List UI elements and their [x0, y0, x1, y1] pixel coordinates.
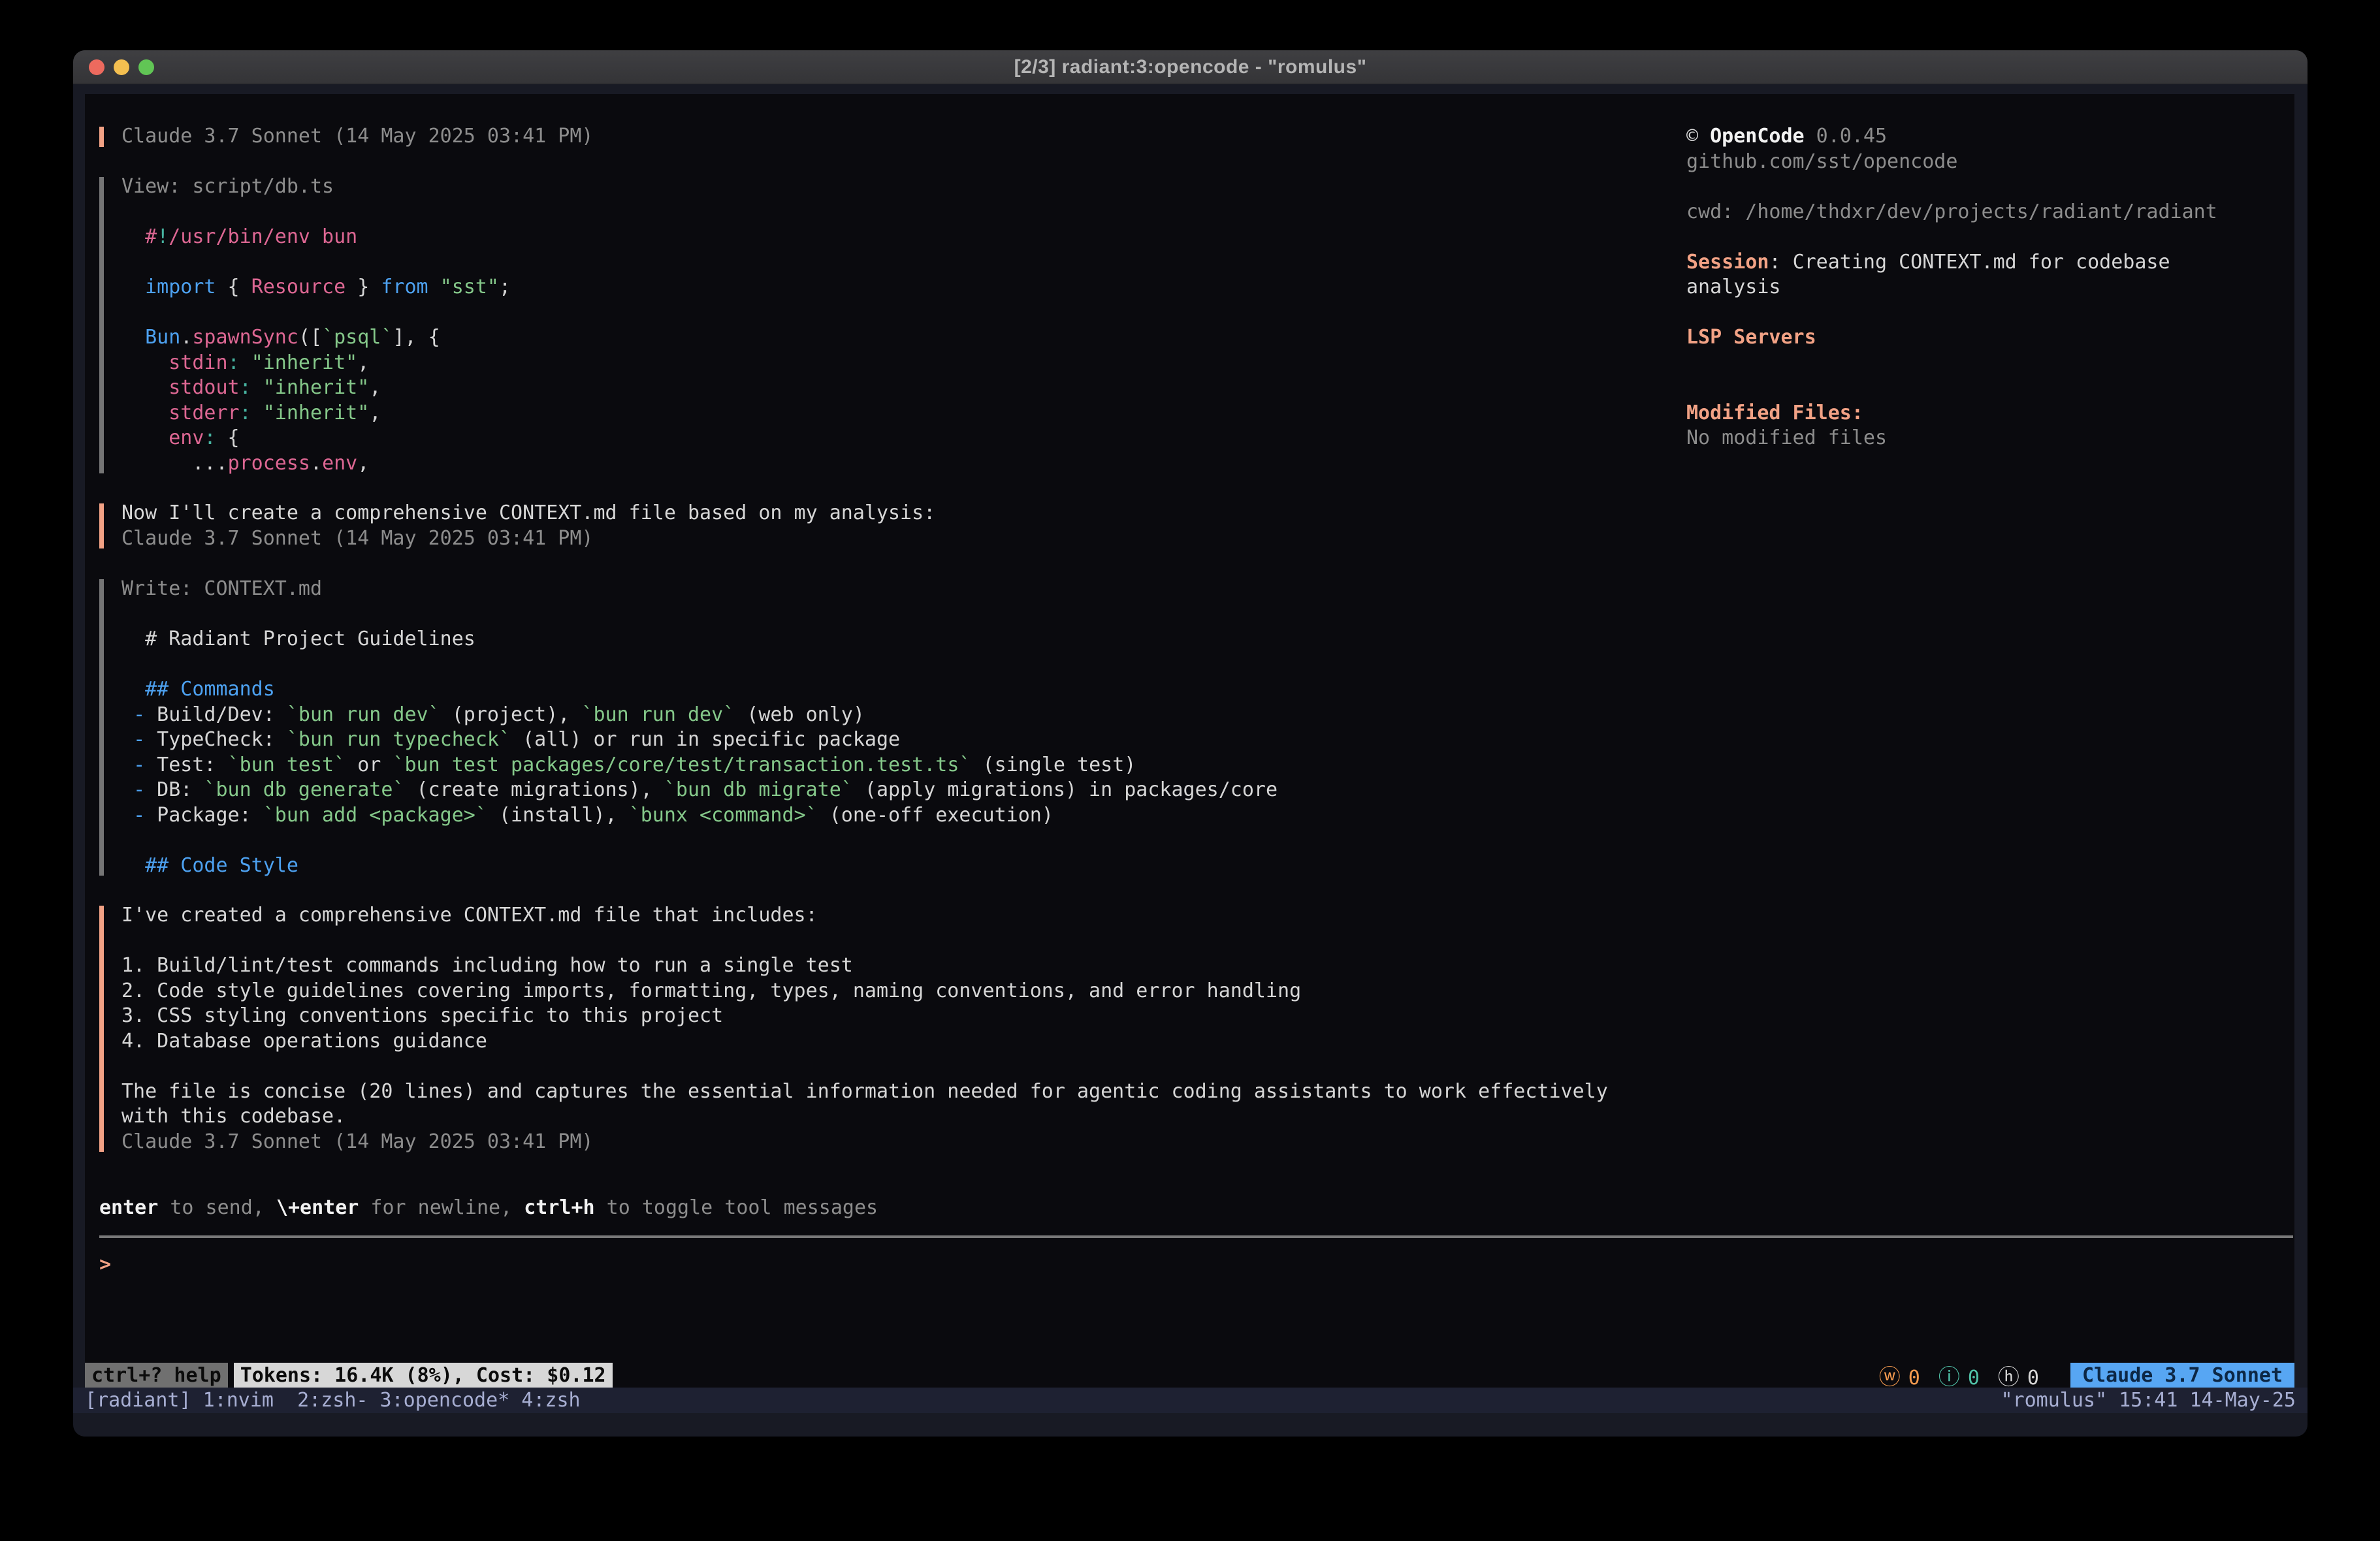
terminal-line: 3. CSS styling conventions specific to t…: [121, 1004, 1608, 1029]
terminal-line: #!/usr/bin/env bun: [121, 225, 511, 250]
terminal-line: [1686, 351, 2294, 376]
terminal-line: [121, 1054, 1608, 1079]
info-count: 0: [1968, 1367, 1980, 1388]
terminal-line: 1. Build/lint/test commands including ho…: [121, 953, 1608, 979]
close-button[interactable]: [89, 59, 105, 75]
terminal-line: import { Resource } from "sst";: [121, 275, 511, 300]
terminal-line: stdout: "inherit",: [121, 375, 511, 401]
tmux-window[interactable]: 2:zsh-: [274, 1389, 368, 1412]
terminal-line: [121, 200, 511, 225]
window-title: [2/3] radiant:3:opencode - "romulus": [1014, 56, 1367, 78]
minimize-button[interactable]: [114, 59, 129, 75]
maximize-button[interactable]: [138, 59, 154, 75]
terminal-line: Write: CONTEXT.md: [121, 577, 1278, 602]
diagnostics-and-model: ⓦ 0 ⓘ 0 ⓗ 0 Claude 3.7 Sonnet: [1879, 1359, 2294, 1388]
opencode-tui: Claude 3.7 Sonnet (14 May 2025 03:41 PM)…: [85, 94, 2294, 1388]
terminal-line: I've created a comprehensive CONTEXT.md …: [121, 903, 1608, 929]
terminal-line: github.com/sst/opencode: [1686, 150, 2294, 175]
composer-input[interactable]: [124, 1252, 2281, 1350]
message-accent-bar: [99, 127, 104, 147]
terminal-line: - Test: `bun test` or `bun test packages…: [121, 753, 1278, 778]
titlebar[interactable]: [2/3] radiant:3:opencode - "romulus": [73, 50, 2308, 84]
assistant-message-header: Claude 3.7 Sonnet (14 May 2025 03:41 PM): [99, 124, 593, 150]
terminal-line: ## Code Style: [121, 853, 1278, 879]
terminal-line: [1686, 225, 2294, 250]
assistant-message: Now I'll create a comprehensive CONTEXT.…: [99, 501, 935, 551]
terminal-line: - Package: `bun add <package>` (install)…: [121, 803, 1278, 829]
terminal-line: env: {: [121, 426, 511, 451]
composer-hint: enter to send, \+enter for newline, ctrl…: [99, 1196, 878, 1221]
terminal-line: [121, 602, 1278, 628]
terminal-line: [121, 300, 511, 326]
terminal-line: [121, 250, 511, 276]
diagnostics-counters: ⓦ 0 ⓘ 0 ⓗ 0: [1879, 1359, 2057, 1388]
tmux-window-active[interactable]: 3:opencode*: [368, 1389, 510, 1412]
terminal-line: - TypeCheck: `bun run typecheck` (all) o…: [121, 727, 1278, 753]
tool-view-block: View: script/db.ts #!/usr/bin/env bun im…: [99, 174, 511, 476]
tokens-cost-chip: Tokens: 16.4K (8%), Cost: $0.12: [234, 1363, 613, 1388]
message-accent-bar: [99, 503, 104, 548]
terminal-line: [1686, 174, 2294, 200]
warnings-icon: ⓦ: [1879, 1364, 1901, 1388]
tool-accent-bar: [99, 579, 104, 876]
terminal-line: [1686, 375, 2294, 401]
terminal-line: No modified files: [1686, 426, 2294, 451]
tmux-status-bar: [radiant] 1:nvim 2:zsh- 3:opencode* 4:zs…: [73, 1388, 2308, 1413]
terminal-line: - DB: `bun db generate` (create migratio…: [121, 778, 1278, 803]
terminal-line: with this codebase.: [121, 1104, 1608, 1130]
tool-write-block: Write: CONTEXT.md # Radiant Project Guid…: [99, 577, 1278, 878]
terminal-line: [121, 929, 1608, 954]
terminal-line: [121, 828, 1278, 853]
terminal-line: [121, 652, 1278, 678]
assistant-message: I've created a comprehensive CONTEXT.md …: [99, 903, 1608, 1154]
terminal-line: stderr: "inherit",: [121, 401, 511, 426]
model-chip: Claude 3.7 Sonnet: [2070, 1363, 2294, 1388]
info-icon: ⓘ: [1938, 1364, 1960, 1388]
terminal-line: View: script/db.ts: [121, 174, 511, 200]
terminal-line: - Build/Dev: `bun run dev` (project), `b…: [121, 703, 1278, 728]
terminal-line: enter to send, \+enter for newline, ctrl…: [99, 1196, 878, 1221]
tmux-left: [radiant] 1:nvim 2:zsh- 3:opencode* 4:zs…: [85, 1389, 581, 1412]
terminal-line: Modified Files:: [1686, 401, 2294, 426]
terminal-line: analysis: [1686, 275, 2294, 300]
tmux-host-clock: "romulus" 15:41 14-May-25: [2001, 1389, 2296, 1412]
terminal-line: stdin: "inherit",: [121, 351, 511, 376]
help-shortcut-chip: ctrl+? help: [85, 1363, 228, 1388]
terminal-line: cwd: /home/thdxr/dev/projects/radiant/ra…: [1686, 200, 2294, 225]
terminal-line: Claude 3.7 Sonnet (14 May 2025 03:41 PM): [121, 526, 935, 552]
hints-count: 0: [2027, 1367, 2039, 1388]
prompt-symbol: >: [99, 1252, 111, 1278]
terminal-line: # Radiant Project Guidelines: [121, 627, 1278, 652]
terminal-line: [1686, 300, 2294, 326]
terminal-line: Claude 3.7 Sonnet (14 May 2025 03:41 PM): [121, 124, 593, 150]
terminal-line: The file is concise (20 lines) and captu…: [121, 1079, 1608, 1105]
warnings-count: 0: [1908, 1367, 1920, 1388]
tmux-window[interactable]: 1:nvim: [191, 1389, 274, 1412]
desktop: [2/3] radiant:3:opencode - "romulus" Cla…: [0, 0, 2380, 1541]
composer-separator: [99, 1235, 2293, 1238]
terminal-line: 2. Code style guidelines covering import…: [121, 979, 1608, 1004]
terminal-area: Claude 3.7 Sonnet (14 May 2025 03:41 PM)…: [73, 84, 2308, 1413]
tmux-session-name: [radiant]: [85, 1389, 191, 1412]
terminal-line: Now I'll create a comprehensive CONTEXT.…: [121, 501, 935, 526]
terminal-line: ...process.env,: [121, 451, 511, 477]
terminal-line: ## Commands: [121, 677, 1278, 703]
terminal-window: [2/3] radiant:3:opencode - "romulus" Cla…: [73, 50, 2308, 1437]
window-controls: [89, 50, 154, 84]
terminal-line: Session: Creating CONTEXT.md for codebas…: [1686, 250, 2294, 276]
status-bar: ctrl+? help Tokens: 16.4K (8%), Cost: $0…: [85, 1363, 2294, 1388]
terminal-line: © OpenCode 0.0.45: [1686, 124, 2294, 150]
terminal-line: Claude 3.7 Sonnet (14 May 2025 03:41 PM): [121, 1130, 1608, 1155]
hints-icon: ⓗ: [1998, 1364, 2019, 1388]
terminal-line: 4. Database operations guidance: [121, 1029, 1608, 1055]
message-accent-bar: [99, 906, 104, 1152]
tmux-window[interactable]: 4:zsh: [509, 1389, 580, 1412]
tool-accent-bar: [99, 177, 104, 473]
terminal-line: Bun.spawnSync([`psql`], {: [121, 325, 511, 351]
sidebar: © OpenCode 0.0.45github.com/sst/opencode…: [1686, 124, 2294, 451]
terminal-line: LSP Servers: [1686, 325, 2294, 351]
